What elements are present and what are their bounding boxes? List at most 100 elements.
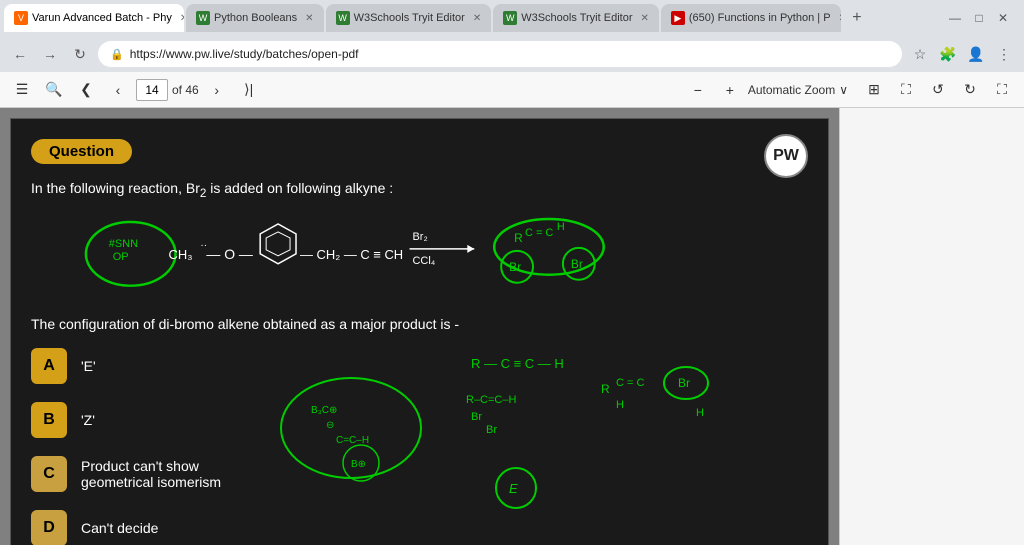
svg-text:R: R xyxy=(601,382,610,396)
reload-button[interactable]: ↻ xyxy=(68,42,92,66)
pdf-tool-3[interactable]: ↺ xyxy=(924,76,952,104)
question-text-content: In the following reaction, Br2 is added … xyxy=(31,180,393,196)
ccl4-label: CCl₄ xyxy=(413,255,436,267)
tab-youtube[interactable]: ▶ (650) Functions in Python | P ✕ xyxy=(661,4,841,32)
tab-label-5: (650) Functions in Python | P xyxy=(689,12,831,24)
pw-logo: PW xyxy=(764,134,808,178)
br2-label: Br₂ xyxy=(413,231,428,243)
profile-button[interactable]: 👤 xyxy=(964,42,988,66)
ccequal-text: C = C xyxy=(525,227,553,239)
pdf-menu-button[interactable]: ☰ xyxy=(8,76,36,104)
tab-label-3: W3Schools Tryit Editor xyxy=(354,12,465,24)
arrow-head xyxy=(467,245,474,253)
tab-favicon-2: W xyxy=(196,11,210,25)
br-label-right: Br xyxy=(571,257,583,271)
bookmark-button[interactable]: ☆ xyxy=(908,42,932,66)
pdf-next-page-button[interactable]: › xyxy=(203,76,231,104)
annotation-text-snnop: #SNN xyxy=(109,238,138,250)
option-row-a: A 'E' xyxy=(31,348,251,384)
oxygen-text: — O — xyxy=(206,246,253,262)
url-input[interactable]: 🔒 https://www.pw.live/study/batches/open… xyxy=(98,41,902,67)
ch3-text: CH₃ xyxy=(169,247,193,262)
forward-button[interactable]: → xyxy=(38,42,62,66)
pdf-last-page-button[interactable]: ⟩| xyxy=(235,76,263,104)
svg-text:Br: Br xyxy=(678,376,690,390)
option-text-c: Product can't show geometrical isomerism xyxy=(81,458,251,490)
tab-close-2[interactable]: ✕ xyxy=(305,13,313,24)
svg-text:Br: Br xyxy=(486,424,497,436)
question-text: In the following reaction, Br2 is added … xyxy=(31,178,808,202)
svg-text:E: E xyxy=(509,481,518,496)
pdf-viewer: PW Question In the following reaction, B… xyxy=(0,108,839,545)
option-badge-a: A xyxy=(31,348,67,384)
option-text-b: 'Z' xyxy=(81,412,95,428)
annotation-circle-left xyxy=(86,222,176,286)
tab-python-booleans[interactable]: W Python Booleans ✕ xyxy=(186,4,324,32)
maximize-button[interactable]: □ xyxy=(970,9,988,27)
tab-bar: V Varun Advanced Batch - Phy ✕ W Python … xyxy=(0,0,1024,36)
pdf-prev-page-button[interactable]: ‹ xyxy=(104,76,132,104)
browser-actions: ☆ 🧩 👤 ⋮ xyxy=(908,42,1016,66)
option-badge-d: D xyxy=(31,510,67,545)
tab-varun-batch[interactable]: V Varun Advanced Batch - Phy ✕ xyxy=(4,4,184,32)
question-label: Question xyxy=(31,139,132,164)
back-button[interactable]: ← xyxy=(8,42,32,66)
config-text: The configuration of di-bromo alkene obt… xyxy=(31,316,808,332)
benzene-ring xyxy=(260,224,296,264)
page-number-input[interactable] xyxy=(136,79,168,101)
close-button[interactable]: ✕ xyxy=(994,9,1012,27)
extensions-button[interactable]: 🧩 xyxy=(936,42,960,66)
page-total: of 46 xyxy=(172,83,199,97)
br-label-left: Br xyxy=(509,260,521,274)
pdf-page: PW Question In the following reaction, B… xyxy=(10,118,829,545)
right-panel xyxy=(839,108,1024,545)
rcch-text: R xyxy=(514,231,523,245)
zoom-chevron[interactable]: ∨ xyxy=(839,83,848,97)
zoom-in-button[interactable]: + xyxy=(716,76,744,104)
tab-close-5[interactable]: ✕ xyxy=(839,13,841,24)
tab-close-4[interactable]: ✕ xyxy=(640,13,648,24)
svg-text:C=C–H: C=C–H xyxy=(336,435,369,446)
tab-close-3[interactable]: ✕ xyxy=(473,13,481,24)
url-text: https://www.pw.live/study/batches/open-p… xyxy=(130,47,359,61)
svg-text:C = C: C = C xyxy=(616,377,644,389)
pdf-right-tools: ⊞ ⛶ ↺ ↻ ⛶ xyxy=(860,76,1016,104)
zoom-out-button[interactable]: − xyxy=(684,76,712,104)
tab-label-1: Varun Advanced Batch - Phy xyxy=(32,12,172,24)
pdf-tool-5[interactable]: ⛶ xyxy=(988,76,1016,104)
tab-favicon-5: ▶ xyxy=(671,11,685,25)
pdf-prev-button[interactable]: ❮ xyxy=(72,76,100,104)
svg-text:Br: Br xyxy=(471,411,482,423)
svg-text:⊖: ⊖ xyxy=(326,420,334,431)
minimize-button[interactable]: — xyxy=(946,9,964,27)
tab-favicon-3: W xyxy=(336,11,350,25)
lock-icon: 🔒 xyxy=(110,48,124,61)
pdf-toolbar: ☰ 🔍 ❮ ‹ of 46 › ⟩| − + Automatic Zoom ∨ … xyxy=(0,72,1024,108)
svg-text:R–C=C–H: R–C=C–H xyxy=(466,394,516,406)
tab-favicon-4: W xyxy=(503,11,517,25)
pdf-tool-2[interactable]: ⛶ xyxy=(892,76,920,104)
option-row-b: B 'Z' xyxy=(31,402,251,438)
option-row-d: D Can't decide xyxy=(31,510,251,545)
options-left: A 'E' B 'Z' C Product can't show geometr… xyxy=(31,348,251,545)
new-tab-button[interactable]: + xyxy=(843,4,871,32)
option-badge-b: B xyxy=(31,402,67,438)
annotations-area: R — C ≡ C — H B₃C⊕ ⊖ C=C–H B⊕ R–C=C–H xyxy=(271,348,808,545)
content-area: PW Question In the following reaction, B… xyxy=(0,108,1024,545)
benzene-inner xyxy=(266,232,290,256)
svg-text:B₃C⊕: B₃C⊕ xyxy=(311,405,337,416)
option-row-c: C Product can't show geometrical isomeri… xyxy=(31,456,251,492)
tab-close-1[interactable]: ✕ xyxy=(180,13,184,24)
pdf-tool-4[interactable]: ↻ xyxy=(956,76,984,104)
tab-w3schools-2[interactable]: W W3Schools Tryit Editor ✕ xyxy=(493,4,659,32)
pdf-search-button[interactable]: 🔍 xyxy=(40,76,68,104)
svg-text:H: H xyxy=(696,407,704,419)
browser-chrome: V Varun Advanced Batch - Phy ✕ W Python … xyxy=(0,0,1024,108)
zoom-label: Automatic Zoom xyxy=(748,83,835,97)
annotations-svg: R — C ≡ C — H B₃C⊕ ⊖ C=C–H B⊕ R–C=C–H xyxy=(271,348,771,545)
address-bar: ← → ↻ 🔒 https://www.pw.live/study/batche… xyxy=(0,36,1024,72)
svg-text:H: H xyxy=(616,399,624,411)
tab-w3schools-1[interactable]: W W3Schools Tryit Editor ✕ xyxy=(326,4,492,32)
menu-button[interactable]: ⋮ xyxy=(992,42,1016,66)
pdf-tool-1[interactable]: ⊞ xyxy=(860,76,888,104)
